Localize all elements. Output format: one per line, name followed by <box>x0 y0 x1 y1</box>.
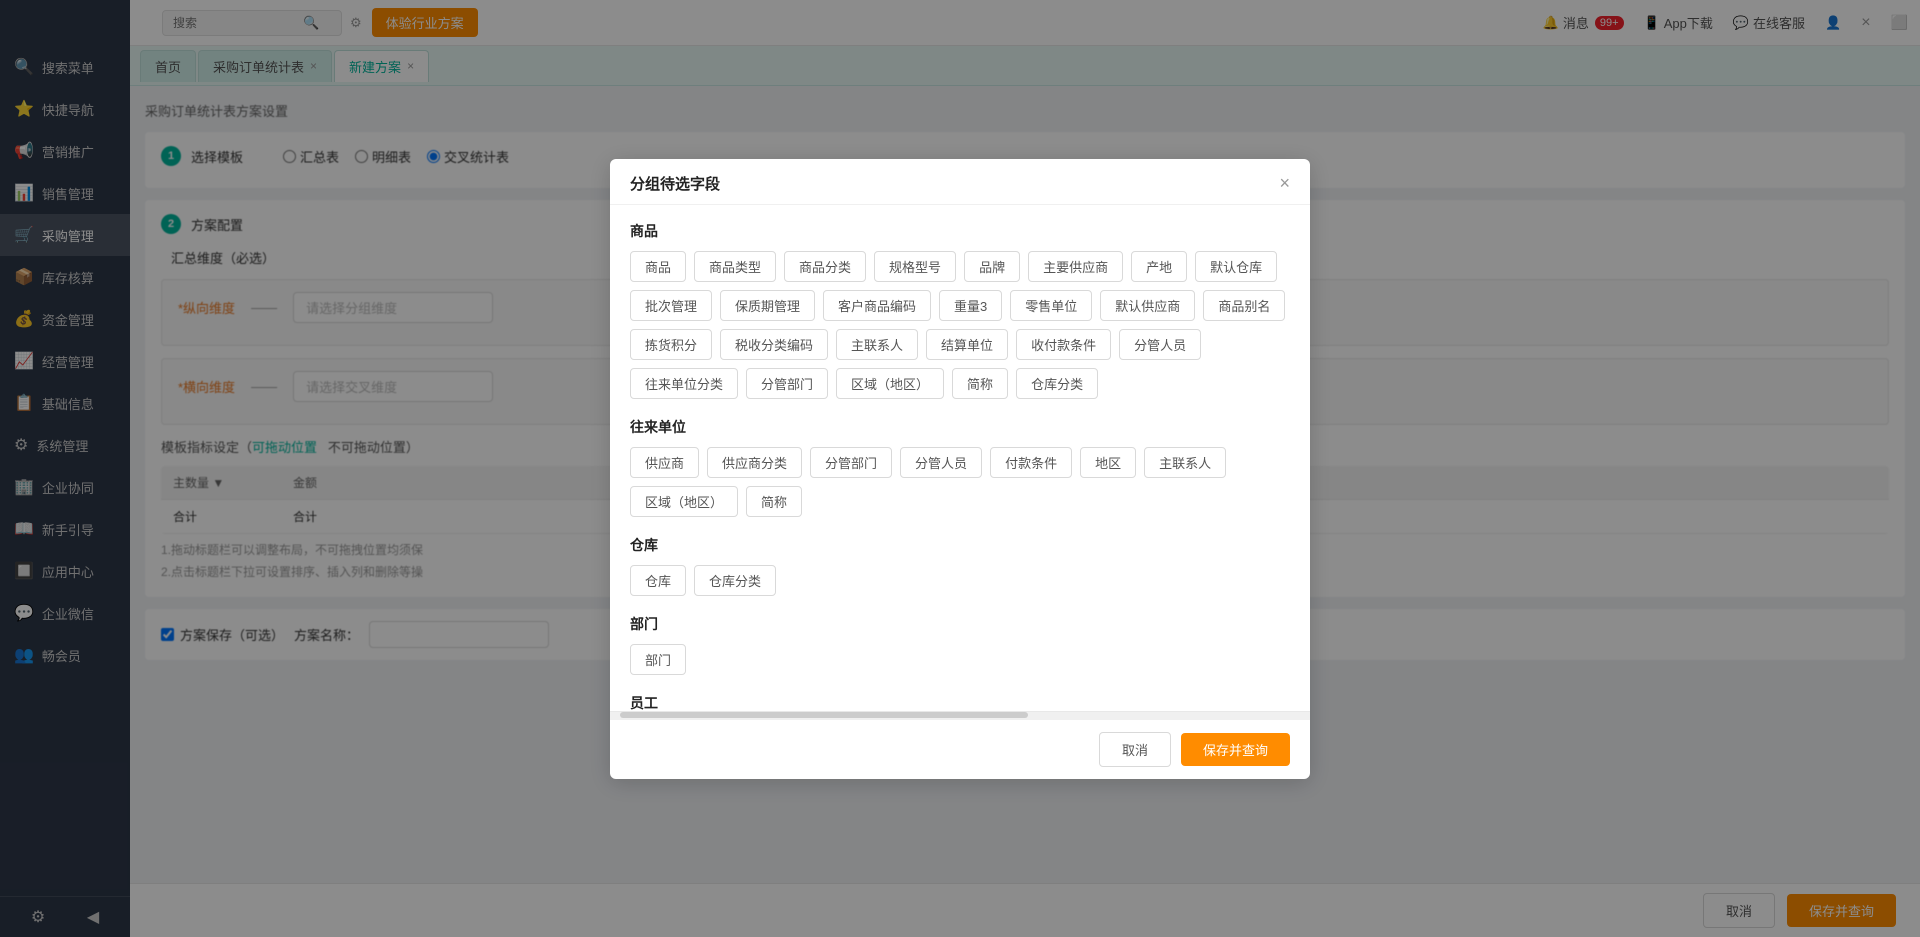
tag-area-partner[interactable]: 区域（地区） <box>630 486 738 517</box>
tag-default-warehouse[interactable]: 默认仓库 <box>1195 251 1277 282</box>
tag-main-supplier[interactable]: 主要供应商 <box>1028 251 1123 282</box>
tag-origin[interactable]: 产地 <box>1131 251 1187 282</box>
tag-tax-code[interactable]: 税收分类编码 <box>720 329 828 360</box>
modal-horizontal-scrollbar[interactable] <box>610 711 1310 718</box>
field-group-employee: 员工 业务员 <box>630 693 1290 712</box>
warehouse-tags: 仓库 仓库分类 <box>630 565 1290 596</box>
tag-shelf-life[interactable]: 保质期管理 <box>720 290 815 321</box>
tag-product-type[interactable]: 商品类型 <box>694 251 776 282</box>
tag-partner-category[interactable]: 往来单位分类 <box>630 368 738 399</box>
tag-region-product[interactable]: 区域（地区） <box>836 368 944 399</box>
partner-tags: 供应商 供应商分类 分管部门 分管人员 付款条件 地区 主联系人 区域（地区） … <box>630 447 1290 517</box>
tag-settlement-unit[interactable]: 结算单位 <box>926 329 1008 360</box>
tag-weight3[interactable]: 重量3 <box>939 290 1002 321</box>
modal-cancel-btn[interactable]: 取消 <box>1099 732 1171 767</box>
group-title-employee: 员工 <box>630 693 1290 712</box>
field-group-warehouse: 仓库 仓库 仓库分类 <box>630 535 1290 596</box>
tag-abbr-product[interactable]: 简称 <box>952 368 1008 399</box>
tag-spec-model[interactable]: 规格型号 <box>874 251 956 282</box>
modal-title: 分组待选字段 <box>630 173 720 194</box>
tag-retail-unit[interactable]: 零售单位 <box>1010 290 1092 321</box>
modal-footer: 取消 保存并查询 <box>610 719 1310 779</box>
tag-product-alias[interactable]: 商品别名 <box>1203 290 1285 321</box>
tag-main-contact[interactable]: 主联系人 <box>836 329 918 360</box>
tag-warehouse-category[interactable]: 仓库分类 <box>1016 368 1098 399</box>
tag-product-category[interactable]: 商品分类 <box>784 251 866 282</box>
tag-customer-code[interactable]: 客户商品编码 <box>823 290 931 321</box>
dept-tags: 部门 <box>630 644 1290 675</box>
field-select-modal: 分组待选字段 × 商品 商品 商品类型 商品分类 规格型号 品牌 主要供应商 产… <box>610 159 1310 779</box>
tag-region-partner[interactable]: 地区 <box>1080 447 1136 478</box>
tag-payment-terms[interactable]: 收付款条件 <box>1016 329 1111 360</box>
tag-abbr-partner[interactable]: 简称 <box>746 486 802 517</box>
tag-dept-partner[interactable]: 分管部门 <box>810 447 892 478</box>
tag-dept[interactable]: 部门 <box>630 644 686 675</box>
field-group-dept: 部门 部门 <box>630 614 1290 675</box>
group-title-partner: 往来单位 <box>630 417 1290 437</box>
tag-product[interactable]: 商品 <box>630 251 686 282</box>
field-group-partner: 往来单位 供应商 供应商分类 分管部门 分管人员 付款条件 地区 主联系人 区域… <box>630 417 1290 517</box>
tag-person-partner[interactable]: 分管人员 <box>900 447 982 478</box>
tag-batch-mgmt[interactable]: 批次管理 <box>630 290 712 321</box>
tag-warehouse-cat[interactable]: 仓库分类 <box>694 565 776 596</box>
modal-close-btn[interactable]: × <box>1279 173 1290 194</box>
tag-main-contact-partner[interactable]: 主联系人 <box>1144 447 1226 478</box>
group-title-product: 商品 <box>630 221 1290 241</box>
tag-pick-points[interactable]: 拣货积分 <box>630 329 712 360</box>
group-title-warehouse: 仓库 <box>630 535 1290 555</box>
modal-hscroll-thumb <box>620 712 1028 718</box>
group-title-dept: 部门 <box>630 614 1290 634</box>
tag-supplier[interactable]: 供应商 <box>630 447 699 478</box>
modal-header: 分组待选字段 × <box>610 159 1310 205</box>
product-tags: 商品 商品类型 商品分类 规格型号 品牌 主要供应商 产地 默认仓库 批次管理 … <box>630 251 1290 399</box>
tag-payment-condition[interactable]: 付款条件 <box>990 447 1072 478</box>
field-group-product: 商品 商品 商品类型 商品分类 规格型号 品牌 主要供应商 产地 默认仓库 批次… <box>630 221 1290 399</box>
tag-supervisor[interactable]: 分管人员 <box>1119 329 1201 360</box>
modal-confirm-btn[interactable]: 保存并查询 <box>1181 733 1290 766</box>
modal-body: 商品 商品 商品类型 商品分类 规格型号 品牌 主要供应商 产地 默认仓库 批次… <box>610 205 1310 712</box>
tag-default-supplier[interactable]: 默认供应商 <box>1100 290 1195 321</box>
tag-warehouse[interactable]: 仓库 <box>630 565 686 596</box>
tag-supplier-category[interactable]: 供应商分类 <box>707 447 802 478</box>
tag-managing-dept[interactable]: 分管部门 <box>746 368 828 399</box>
modal-overlay: 分组待选字段 × 商品 商品 商品类型 商品分类 规格型号 品牌 主要供应商 产… <box>0 0 1920 937</box>
tag-brand[interactable]: 品牌 <box>964 251 1020 282</box>
